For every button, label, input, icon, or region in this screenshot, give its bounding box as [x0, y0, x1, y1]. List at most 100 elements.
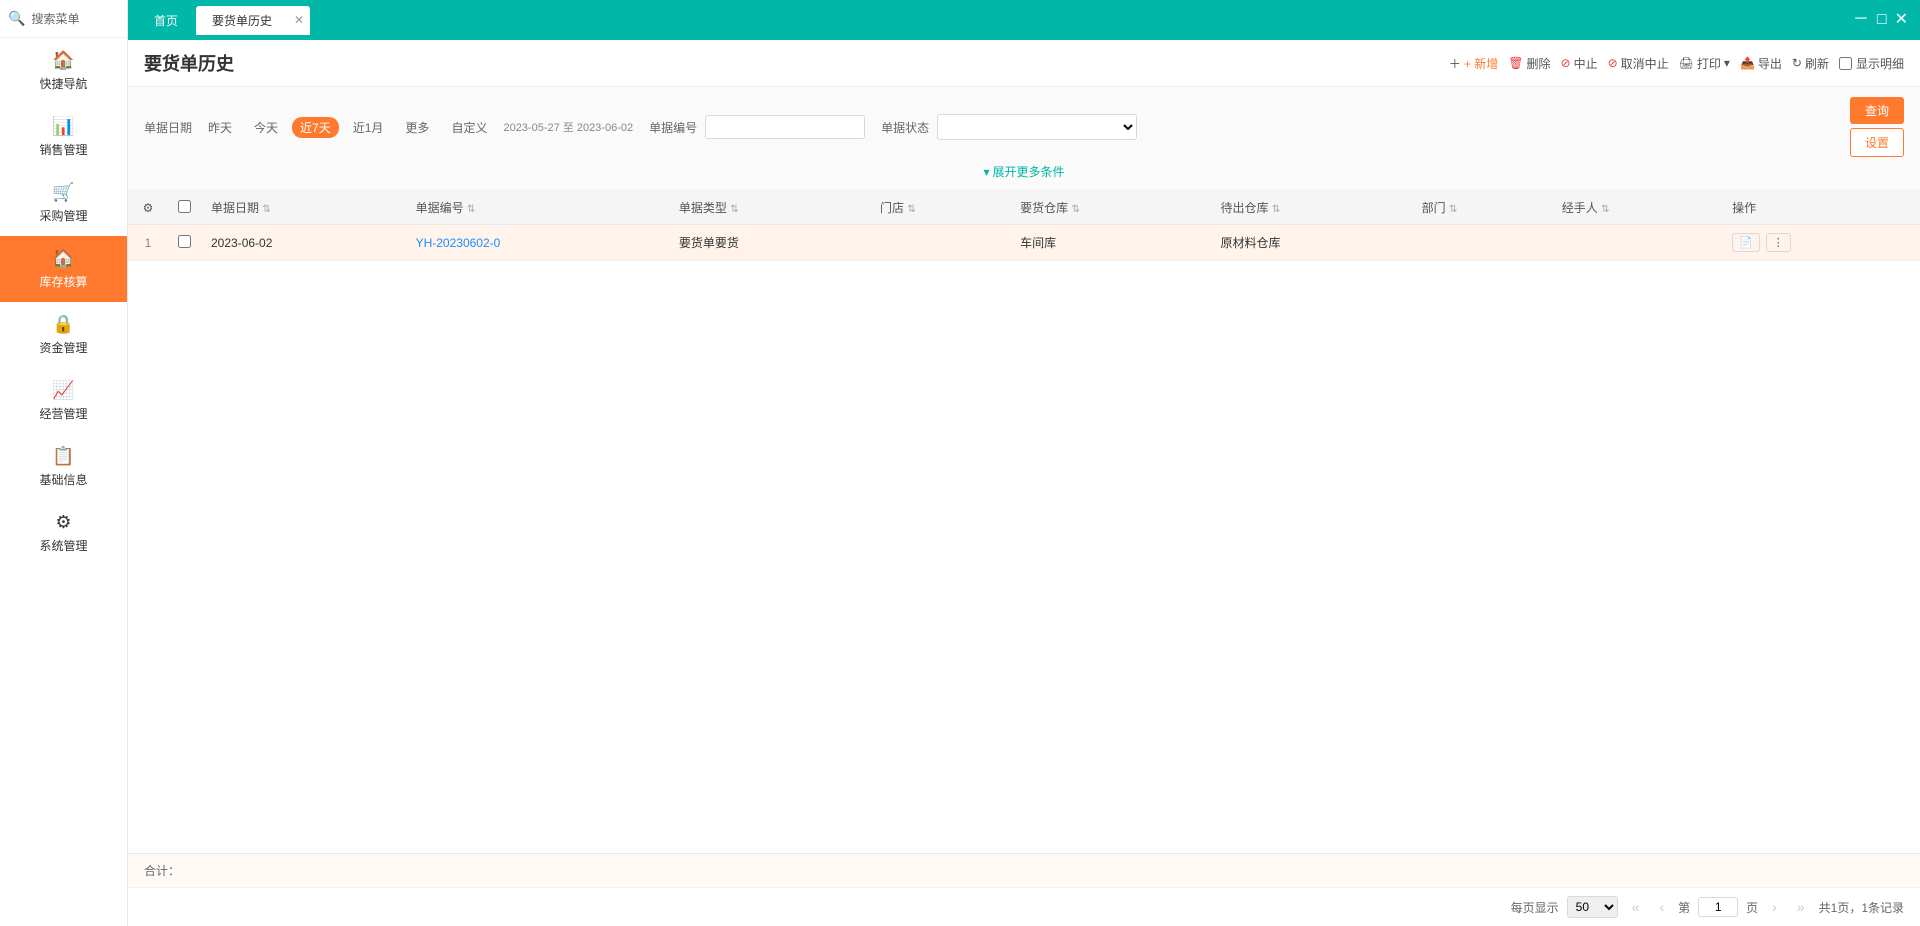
refresh-button[interactable]: ↻ 刷新 — [1792, 55, 1829, 72]
sidebar-item-purchase[interactable]: 🛒 采购管理 — [0, 170, 127, 236]
page-header: 要货单历史 ＋ + 新增 🗑 删除 ⊘ 中止 ⊘ 取消中止 — [128, 40, 1920, 87]
dept-col-header[interactable]: 部门 ⇅ — [1412, 191, 1552, 225]
status-select[interactable] — [937, 114, 1137, 140]
expand-filter-button[interactable]: ▾ 展开更多条件 — [983, 163, 1064, 180]
new-button[interactable]: ＋ + 新增 — [1449, 55, 1498, 72]
tab-requisition-history[interactable]: 要货单历史 — [198, 6, 286, 35]
operations-icon: 📈 — [52, 380, 74, 401]
table-row: 1 2023-06-02 YH-20230602-0 要货单要货 车间库 原材料… — [128, 225, 1920, 261]
sidebar-item-system[interactable]: ⚙ 系统管理 — [0, 500, 127, 566]
new-icon: ＋ — [1449, 55, 1461, 72]
system-icon: ⚙ — [55, 512, 71, 533]
date-btn-7days[interactable]: 近7天 — [292, 117, 339, 138]
sidebar-item-basic-info[interactable]: 📋 基础信息 — [0, 434, 127, 500]
date-btn-more[interactable]: 更多 — [397, 117, 437, 138]
sidebar-item-finance[interactable]: 🔒 资金管理 — [0, 302, 127, 368]
date-range-display: 2023-05-27 至 2023-06-02 — [503, 119, 633, 135]
print-icon: 🖨 — [1679, 56, 1694, 70]
doc-number-link[interactable]: YH-20230602-0 — [416, 236, 501, 250]
basic-info-icon: 📋 — [52, 446, 74, 467]
page-label: 第 — [1678, 899, 1690, 916]
delete-button[interactable]: 🗑 删除 — [1508, 55, 1550, 72]
req-warehouse-sort-icon: ⇅ — [1071, 204, 1079, 215]
sidebar-item-quick-nav[interactable]: 🏠 快捷导航 — [0, 38, 127, 104]
sidebar-item-label: 系统管理 — [39, 537, 87, 554]
settings-button[interactable]: 设置 — [1850, 128, 1904, 157]
row-more-button[interactable]: ⋮ — [1766, 233, 1791, 252]
req-warehouse-col-header[interactable]: 要货仓库 ⇅ — [1010, 191, 1210, 225]
dept-sort-icon: ⇅ — [1449, 204, 1457, 215]
pending-warehouse-col-header[interactable]: 待出仓库 ⇅ — [1211, 191, 1412, 225]
row-checkbox[interactable] — [178, 235, 191, 248]
close-button[interactable]: ✕ — [1895, 12, 1908, 28]
window-controls: － □ ✕ — [1853, 12, 1908, 28]
doc-number-input[interactable] — [705, 115, 865, 139]
tab-close-icon[interactable]: ✕ — [290, 13, 308, 27]
date-btn-today[interactable]: 今天 — [246, 117, 286, 138]
cancel-stop-button[interactable]: ⊘ 取消中止 — [1608, 55, 1669, 72]
status-label: 单据状态 — [881, 119, 929, 136]
sidebar-item-sales[interactable]: 📊 销售管理 — [0, 104, 127, 170]
sidebar: 🔍 搜索菜单 🏠 快捷导航 📊 销售管理 🛒 采购管理 🏠 库存核算 🔒 资金管… — [0, 0, 128, 926]
cancel-stop-icon: ⊘ — [1608, 56, 1618, 70]
date-btn-1month[interactable]: 近1月 — [345, 117, 392, 138]
query-button[interactable]: 查询 — [1850, 97, 1904, 124]
sidebar-item-label: 基础信息 — [39, 471, 87, 488]
type-sort-icon: ⇅ — [730, 204, 738, 215]
date-btn-custom[interactable]: 自定义 — [443, 117, 495, 138]
search-menu[interactable]: 🔍 搜索菜单 — [0, 0, 127, 38]
stop-icon: ⊘ — [1561, 56, 1571, 70]
row-type: 要货单要货 — [669, 225, 870, 261]
date-sort-icon: ⇅ — [262, 204, 270, 215]
inventory-icon: 🏠 — [52, 248, 74, 269]
sidebar-item-label: 库存核算 — [39, 273, 87, 290]
handler-col-header[interactable]: 经手人 ⇅ — [1552, 191, 1722, 225]
page-title: 要货单历史 — [144, 50, 234, 76]
restore-button[interactable]: □ — [1877, 12, 1887, 28]
row-actions: 📄 ⋮ — [1732, 233, 1910, 252]
prev-page-button[interactable]: ‹ — [1653, 897, 1670, 917]
row-actions-cell: 📄 ⋮ — [1722, 225, 1920, 261]
sidebar-item-label: 快捷导航 — [39, 75, 87, 92]
pending-warehouse-sort-icon: ⇅ — [1272, 204, 1280, 215]
export-button[interactable]: 📤 导出 — [1740, 55, 1782, 72]
number-col-header[interactable]: 单据编号 ⇅ — [406, 191, 669, 225]
sidebar-item-operations[interactable]: 📈 经营管理 — [0, 368, 127, 434]
refresh-icon: ↻ — [1792, 56, 1802, 70]
purchase-icon: 🛒 — [52, 182, 74, 203]
sidebar-item-label: 采购管理 — [39, 207, 87, 224]
row-req-warehouse: 车间库 — [1010, 225, 1210, 261]
sidebar-item-label: 销售管理 — [39, 141, 87, 158]
date-btn-yesterday[interactable]: 昨天 — [200, 117, 240, 138]
store-col-header[interactable]: 门店 ⇅ — [870, 191, 1010, 225]
row-view-button[interactable]: 📄 — [1732, 233, 1760, 252]
sidebar-item-label: 经营管理 — [39, 405, 87, 422]
row-handler — [1552, 225, 1722, 261]
store-sort-icon: ⇅ — [907, 204, 915, 215]
row-pending-warehouse: 原材料仓库 — [1211, 225, 1412, 261]
home-icon: 🏠 — [52, 50, 74, 71]
query-buttons: 查询 设置 — [1850, 97, 1904, 157]
total-label: 合计： — [144, 864, 180, 878]
display-detail-toggle[interactable]: 显示明细 — [1839, 55, 1904, 72]
page-size-select[interactable]: 50 10 20 100 — [1567, 896, 1618, 918]
chevron-down-icon: ▾ — [983, 165, 989, 179]
print-button[interactable]: 🖨 打印 ▾ — [1679, 55, 1730, 72]
last-page-button[interactable]: » — [1791, 897, 1811, 917]
display-detail-checkbox[interactable] — [1839, 57, 1852, 70]
total-info: 共1页，1条记录 — [1819, 899, 1904, 916]
tab-home[interactable]: 首页 — [140, 6, 192, 35]
settings-col-header[interactable]: ⚙ — [128, 191, 168, 225]
date-col-header[interactable]: 单据日期 ⇅ — [201, 191, 406, 225]
page-number-input[interactable] — [1698, 897, 1738, 917]
finance-icon: 🔒 — [52, 314, 74, 335]
handler-sort-icon: ⇅ — [1601, 204, 1609, 215]
next-page-button[interactable]: › — [1766, 897, 1783, 917]
sidebar-item-inventory[interactable]: 🏠 库存核算 — [0, 236, 127, 302]
first-page-button[interactable]: « — [1626, 897, 1646, 917]
export-icon: 📤 — [1740, 56, 1755, 70]
select-all-checkbox[interactable] — [178, 200, 191, 213]
stop-button[interactable]: ⊘ 中止 — [1561, 55, 1598, 72]
type-col-header[interactable]: 单据类型 ⇅ — [669, 191, 870, 225]
minimize-button[interactable]: － — [1853, 12, 1869, 28]
